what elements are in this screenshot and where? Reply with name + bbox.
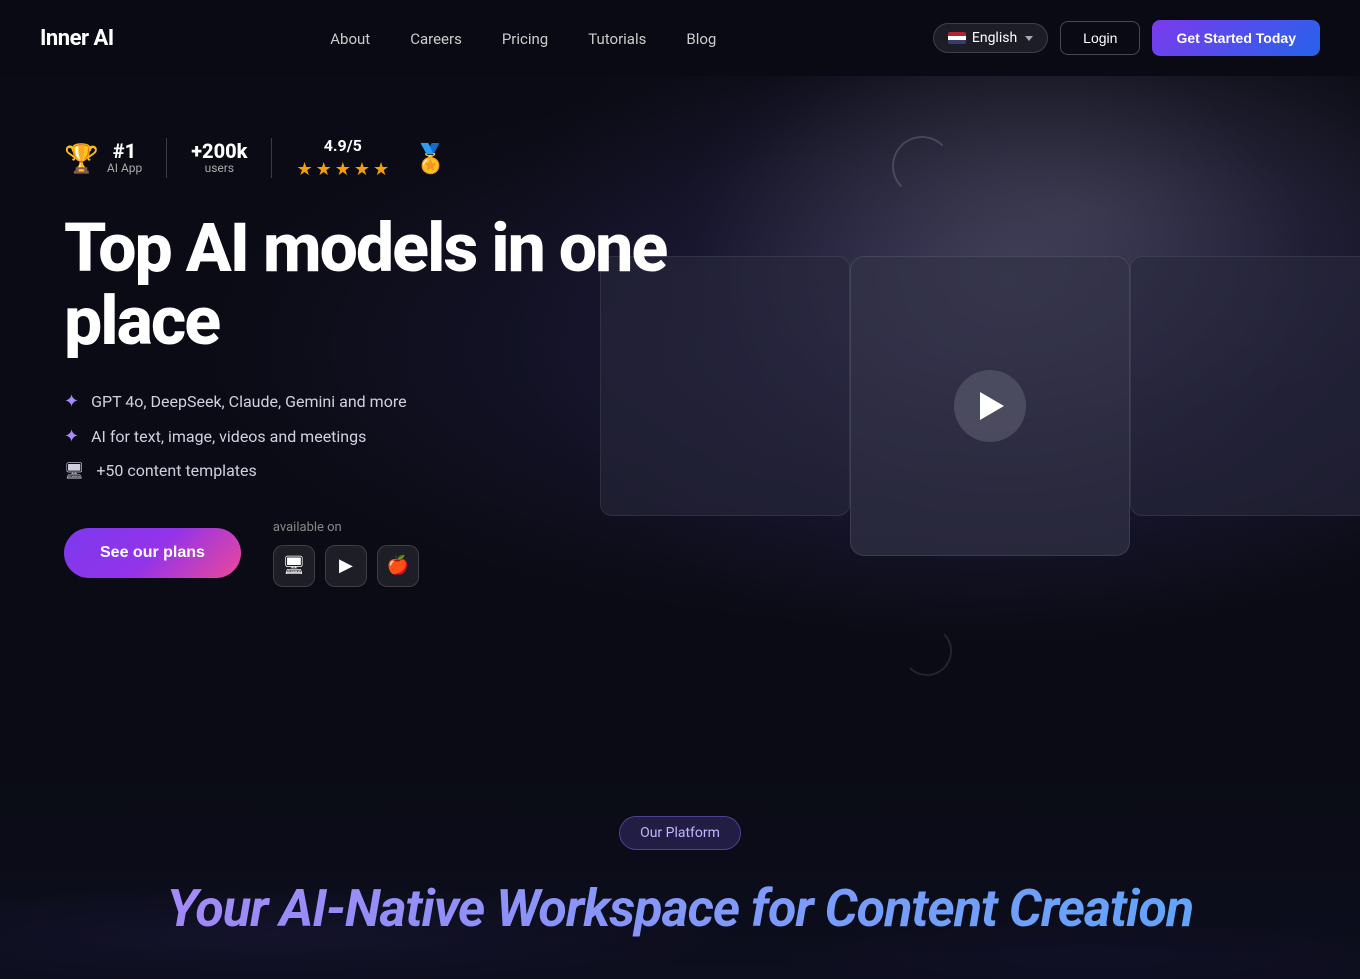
our-platform-badge[interactable]: Our Platform xyxy=(619,816,741,850)
nav-item-blog[interactable]: Blog xyxy=(686,29,716,48)
nav-right: English Login Get Started Today xyxy=(933,20,1320,56)
headline-line1: Top AI models in one xyxy=(64,208,666,288)
star-1: ★ xyxy=(296,159,312,180)
hero-section: 🏆 #1 AI App +200k users 4.9/5 ★ ★ xyxy=(0,76,1360,756)
feature-text-2: AI for text, image, videos and meetings xyxy=(91,427,366,446)
language-selector[interactable]: English xyxy=(933,23,1048,53)
available-on-label: available on xyxy=(273,520,419,535)
logo[interactable]: Inner AI xyxy=(40,26,114,51)
badge-rank-number: #1 xyxy=(113,141,136,161)
bottom-bg-waves xyxy=(0,756,1360,979)
play-triangle-icon xyxy=(980,392,1004,420)
chevron-down-icon xyxy=(1025,36,1033,41)
award-badges: 🏆 #1 AI App +200k users 4.9/5 ★ ★ xyxy=(64,136,714,180)
feature-item-1: ✦ GPT 4o, DeepSeek, Claude, Gemini and m… xyxy=(64,391,714,412)
hero-content: 🏆 #1 AI App +200k users 4.9/5 ★ ★ xyxy=(64,136,714,587)
nav-link-careers[interactable]: Careers xyxy=(410,30,462,48)
sparkle-icon-2: ✦ xyxy=(64,426,79,447)
web-platform-button[interactable]: 🖥 xyxy=(273,545,315,587)
nav-links: About Careers Pricing Tutorials Blog xyxy=(330,29,716,48)
feature-text-1: GPT 4o, DeepSeek, Claude, Gemini and mor… xyxy=(91,392,406,411)
badge-stars: 4.9/5 ★ ★ ★ ★ ★ xyxy=(296,136,389,180)
nav-item-pricing[interactable]: Pricing xyxy=(502,29,548,48)
stars-rating-value: 4.9/5 xyxy=(324,136,362,155)
nav-link-tutorials[interactable]: Tutorials xyxy=(588,30,646,48)
star-5: ★ xyxy=(373,159,389,180)
badge-users-number: +200k xyxy=(191,141,247,161)
badge-divider-1 xyxy=(166,138,167,178)
play-store-icon: ▶ xyxy=(339,555,353,576)
ios-platform-button[interactable]: 🍎 xyxy=(377,545,419,587)
headline-line2: place xyxy=(64,281,219,361)
star-2: ★ xyxy=(316,159,332,180)
navbar: Inner AI About Careers Pricing Tutorials… xyxy=(0,0,1360,76)
curve-bottom-decoration xyxy=(902,626,952,676)
badge-rank: 🏆 #1 AI App xyxy=(64,141,142,175)
laurel-right-icon: 🏅 xyxy=(413,142,448,175)
feature-text-3: +50 content templates xyxy=(96,461,256,480)
laurel-left-icon: 🏆 xyxy=(64,142,99,175)
web-icon: 🖥 xyxy=(282,555,305,576)
badge-rank-text: #1 AI App xyxy=(107,141,142,175)
bottom-section: Our Platform Your AI-Native Workspace fo… xyxy=(0,756,1360,979)
video-card-right xyxy=(1130,256,1360,516)
android-platform-button[interactable]: ▶ xyxy=(325,545,367,587)
badge-divider-2 xyxy=(271,138,272,178)
feature-list: ✦ GPT 4o, DeepSeek, Claude, Gemini and m… xyxy=(64,391,714,480)
nav-link-about[interactable]: About xyxy=(330,30,370,48)
get-started-button[interactable]: Get Started Today xyxy=(1152,20,1320,56)
nav-link-pricing[interactable]: Pricing xyxy=(502,30,548,48)
feature-item-2: ✦ AI for text, image, videos and meeting… xyxy=(64,426,714,447)
hero-headline: Top AI models in one place xyxy=(64,212,714,359)
see-plans-button[interactable]: See our plans xyxy=(64,528,241,578)
available-on: available on 🖥 ▶ 🍎 xyxy=(273,520,419,587)
nav-item-about[interactable]: About xyxy=(330,29,370,48)
bottom-headline-text: Your AI-Native Workspace for Content Cre… xyxy=(167,878,1193,939)
language-label: English xyxy=(972,30,1017,46)
flag-icon xyxy=(948,32,966,44)
logo-text: Inner AI xyxy=(40,26,114,51)
nav-link-blog[interactable]: Blog xyxy=(686,30,716,48)
star-3: ★ xyxy=(335,159,351,180)
bottom-headline: Your AI-Native Workspace for Content Cre… xyxy=(40,878,1320,939)
badge-rank-label: AI App xyxy=(107,161,142,175)
badge-users-text: +200k users xyxy=(191,141,247,175)
curve-top-decoration xyxy=(892,136,952,196)
star-4: ★ xyxy=(354,159,370,180)
stars-row: ★ ★ ★ ★ ★ xyxy=(296,159,389,180)
sparkle-icon-1: ✦ xyxy=(64,391,79,412)
desktop-icon: 🖥 xyxy=(64,461,84,480)
play-button[interactable] xyxy=(954,370,1026,442)
video-area xyxy=(600,256,1360,556)
platform-icons: 🖥 ▶ 🍎 xyxy=(273,545,419,587)
nav-item-careers[interactable]: Careers xyxy=(410,29,462,48)
nav-item-tutorials[interactable]: Tutorials xyxy=(588,29,646,48)
apple-icon: 🍎 xyxy=(387,555,409,576)
login-button[interactable]: Login xyxy=(1060,21,1140,55)
badge-users: +200k users xyxy=(191,141,247,175)
video-card-main xyxy=(850,256,1130,556)
cta-row: See our plans available on 🖥 ▶ 🍎 xyxy=(64,520,714,587)
badge-users-label: users xyxy=(205,161,234,175)
feature-item-3: 🖥 +50 content templates xyxy=(64,461,714,480)
